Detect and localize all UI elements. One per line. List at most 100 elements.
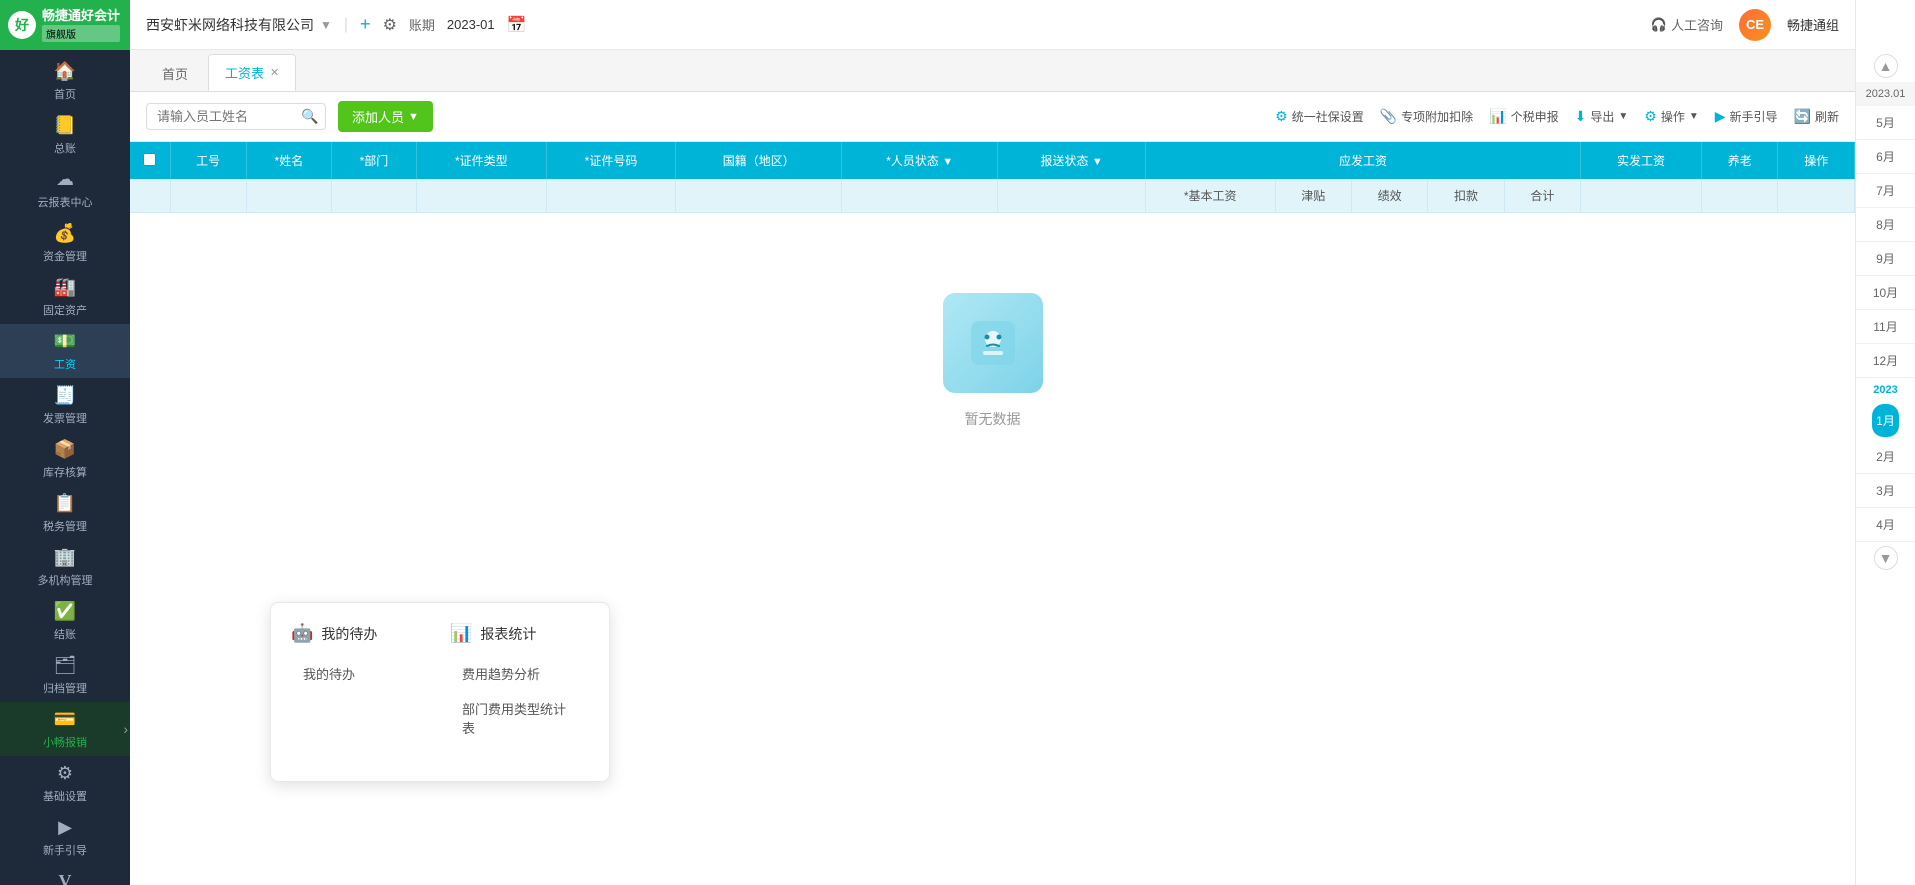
time-item-2023-1[interactable]: 1月 — [1872, 404, 1899, 438]
add-company-btn[interactable]: + — [360, 14, 371, 35]
sidebar-item-home[interactable]: 🏠 首页 — [0, 54, 130, 108]
sidebar-item-tax[interactable]: 📋 税务管理 — [0, 486, 130, 540]
time-item-2023-2[interactable]: 2月 — [1856, 440, 1915, 474]
time-item-9[interactable]: 9月 — [1856, 242, 1915, 276]
search-input[interactable] — [157, 109, 297, 124]
sidebar-item-guide[interactable]: ▶ 新手引导 — [0, 810, 130, 864]
popup-col-1: 🤖 我的待办 我的待办 — [291, 623, 430, 761]
sidebar-item-invoice[interactable]: 🧾 发票管理 — [0, 378, 130, 432]
sidebar-item-settlement[interactable]: ✅ 结账 — [0, 594, 130, 648]
col-name: *姓名 — [246, 142, 331, 179]
deduction-icon: 📎 — [1380, 108, 1397, 125]
search-icon[interactable]: 🔍 — [301, 108, 318, 125]
time-item-2023-4[interactable]: 4月 — [1856, 508, 1915, 542]
col-employee-id: 工号 — [170, 142, 246, 179]
app-badge: 旗舰版 — [42, 25, 120, 42]
sidebar-label-ledger: 总账 — [54, 140, 76, 156]
operation-label: 操作 — [1661, 108, 1685, 125]
period-label: 账期 — [409, 15, 435, 34]
time-item-6[interactable]: 6月 — [1856, 140, 1915, 174]
time-item-10[interactable]: 10月 — [1856, 276, 1915, 310]
support-button[interactable]: 🎧 人工咨询 — [1651, 15, 1723, 34]
operation-btn[interactable]: ⚙ 操作 ▼ — [1644, 108, 1698, 125]
col-id-number: *证件号码 — [546, 142, 676, 179]
popup-item-cost-trend[interactable]: 费用趋势分析 — [450, 656, 589, 691]
sidebar-item-expense[interactable]: 💳 小畅报销 › — [0, 702, 130, 756]
refresh-btn[interactable]: 🔄 刷新 — [1794, 108, 1839, 125]
time-nav-down[interactable]: ▼ — [1874, 546, 1898, 570]
social-security-btn[interactable]: ⚙ 统一社保设置 — [1275, 108, 1364, 125]
no-data-icon — [943, 293, 1043, 393]
select-all-checkbox[interactable] — [143, 153, 156, 166]
special-deduction-btn[interactable]: 📎 专项附加扣除 — [1380, 108, 1473, 125]
collapse-icon[interactable]: › — [123, 721, 128, 737]
popup-section-todo-title: 🤖 我的待办 — [291, 623, 430, 644]
tax-report-icon: 📊 — [1489, 108, 1506, 125]
sidebar-item-ledger[interactable]: 📒 总账 — [0, 108, 130, 162]
social-security-icon: ⚙ — [1275, 108, 1288, 125]
time-item-8[interactable]: 8月 — [1856, 208, 1915, 242]
popup-item-dept-cost[interactable]: 部门费用类型统计表 — [450, 691, 589, 745]
time-item-7[interactable]: 7月 — [1856, 174, 1915, 208]
search-box: 🔍 — [146, 103, 326, 130]
tab-bar: 首页 工资表 ✕ — [130, 50, 1855, 92]
guide-icon: ▶ — [58, 817, 72, 838]
sidebar-item-inventory[interactable]: 📦 库存核算 — [0, 432, 130, 486]
select-all-col[interactable] — [130, 142, 170, 179]
inventory-icon: 📦 — [54, 439, 76, 460]
guide-btn[interactable]: ▶ 新手引导 — [1715, 108, 1778, 125]
sidebar-label-assets: 固定资产 — [43, 302, 87, 318]
guide-icon: ▶ — [1715, 108, 1726, 125]
sidebar-item-multi-org[interactable]: 🏢 多机构管理 — [0, 540, 130, 594]
subheader-empty1 — [130, 179, 170, 213]
tab-close-icon[interactable]: ✕ — [270, 66, 279, 79]
no-data-text: 暂无数据 — [965, 409, 1021, 429]
subheader-empty3 — [246, 179, 331, 213]
sidebar-item-fixed-assets[interactable]: 🏭 固定资产 — [0, 270, 130, 324]
settings-icon[interactable]: ⚙ — [383, 15, 397, 35]
status-filter-icon[interactable]: ▼ — [942, 156, 953, 168]
time-nav-up[interactable]: ▲ — [1874, 54, 1898, 78]
time-item-5[interactable]: 5月 — [1856, 106, 1915, 140]
tab-salary[interactable]: 工资表 ✕ — [208, 54, 296, 91]
col-net-salary: 实发工资 — [1581, 142, 1702, 179]
guide-label: 新手引导 — [1730, 108, 1778, 125]
calendar-icon[interactable]: 📅 — [507, 15, 527, 35]
subheader-empty5 — [416, 179, 546, 213]
subheader-empty12 — [1778, 179, 1855, 213]
company-selector[interactable]: 西安虾米网络科技有限公司 ▼ — [146, 15, 332, 35]
time-item-11[interactable]: 11月 — [1856, 310, 1915, 344]
deduction-label: 专项附加扣除 — [1401, 108, 1473, 125]
report-filter-icon[interactable]: ▼ — [1092, 156, 1103, 168]
add-person-button[interactable]: 添加人员 ▼ — [338, 101, 433, 132]
tax-report-btn[interactable]: 📊 个税申报 — [1489, 108, 1558, 125]
subheader-empty2 — [170, 179, 246, 213]
tab-salary-label: 工资表 — [225, 63, 264, 82]
col-report-status: 报送状态 ▼ — [998, 142, 1146, 179]
sidebar-item-cloud-report[interactable]: ☁ 云报表中心 — [0, 162, 130, 216]
tab-home[interactable]: 首页 — [146, 56, 204, 91]
sidebar-item-salary[interactable]: 💵 工资 — [0, 324, 130, 378]
sidebar-label-fund: 资金管理 — [43, 248, 87, 264]
sidebar-item-basic[interactable]: ⚙ 基础设置 — [0, 756, 130, 810]
operation-icon: ⚙ — [1644, 108, 1657, 125]
invoice-icon: 🧾 — [54, 385, 76, 406]
popup-item-my-todo[interactable]: 我的待办 — [291, 656, 430, 691]
sidebar-label-settlement: 结账 — [54, 626, 76, 642]
dept-cost-label: 部门费用类型统计表 — [462, 702, 566, 736]
home-icon: 🏠 — [54, 61, 76, 82]
time-item-2023-3[interactable]: 3月 — [1856, 474, 1915, 508]
time-item-12[interactable]: 12月 — [1856, 344, 1915, 378]
export-btn[interactable]: ⬇ 导出 ▼ — [1575, 108, 1629, 125]
sidebar-label-cloud: 云报表中心 — [38, 194, 93, 210]
sidebar-item-archive[interactable]: 🗂 归档管理 — [0, 648, 130, 702]
cost-trend-label: 费用趋势分析 — [462, 667, 540, 682]
subheader-empty9 — [998, 179, 1146, 213]
sidebar-item-fund[interactable]: 💰 资金管理 — [0, 216, 130, 270]
subheader-empty8 — [842, 179, 998, 213]
main-content: 西安虾米网络科技有限公司 ▼ | + ⚙ 账期 2023-01 📅 🎧 人工咨询… — [130, 0, 1855, 885]
sidebar-label-salary: 工资 — [54, 356, 76, 372]
username-label[interactable]: 畅捷通组 — [1787, 15, 1839, 34]
sidebar-item-member[interactable]: V 畅会员 — [0, 864, 130, 885]
operation-dropdown-icon: ▼ — [1689, 111, 1699, 122]
